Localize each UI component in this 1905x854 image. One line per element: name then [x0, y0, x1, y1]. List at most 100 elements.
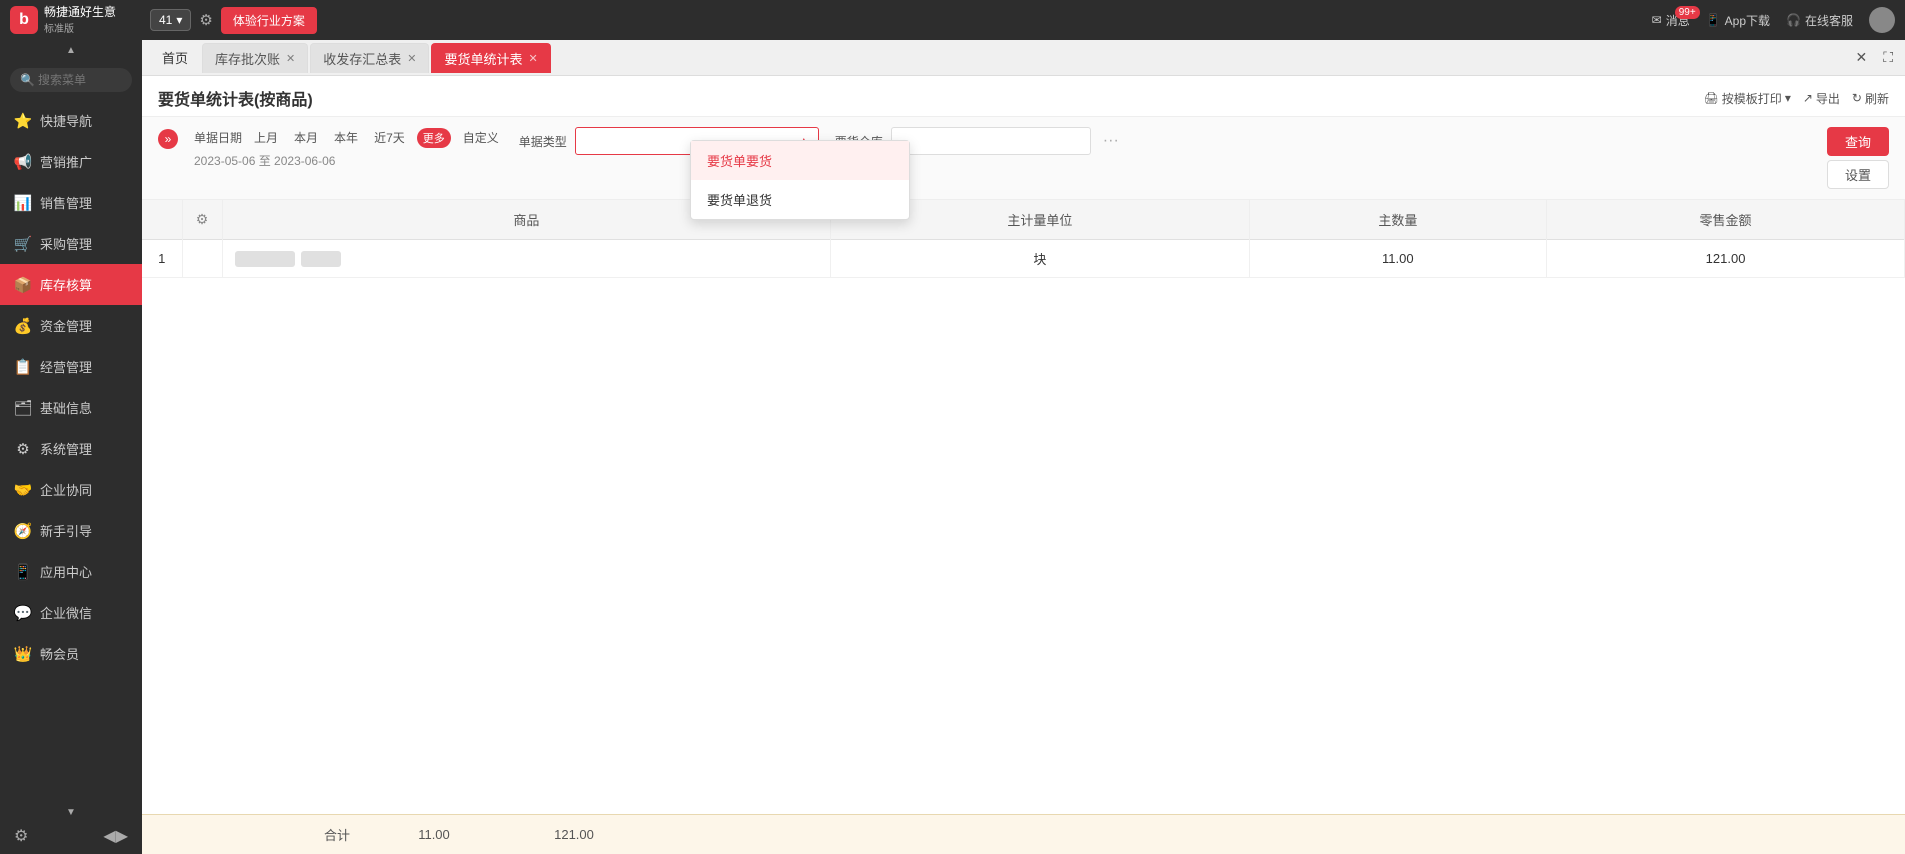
- search-wrap: 🔍: [0, 60, 142, 100]
- sidebar-item-label: 应用中心: [40, 562, 92, 581]
- sidebar-item-quick-nav[interactable]: ⭐ 快捷导航: [0, 100, 142, 141]
- filter-expand-btn[interactable]: »: [158, 129, 178, 149]
- app-name: 畅捷通好生意: [44, 5, 116, 21]
- sidebar-item-marketing[interactable]: 📢 营销推广: [0, 141, 142, 182]
- collapse-sidebar-icon[interactable]: ◀▶: [103, 826, 128, 846]
- app-download-label: App下载: [1725, 12, 1770, 29]
- sidebar-item-label: 畅会员: [40, 644, 79, 663]
- tab-order-stats[interactable]: 要货单统计表 ✕: [431, 43, 550, 73]
- tab-home-label: 首页: [162, 48, 188, 67]
- sidebar-item-label: 资金管理: [40, 316, 92, 335]
- export-btn[interactable]: ↗ 导出: [1803, 90, 1840, 107]
- more-filters-icon[interactable]: ···: [1103, 132, 1119, 150]
- print-template-btn[interactable]: 🖨 按模板打印 ▾: [1704, 90, 1791, 107]
- app-logo: b 畅捷通好生意 标准版: [10, 5, 150, 36]
- settings-bottom-icon[interactable]: ⚙: [14, 826, 28, 846]
- sidebar-item-label: 系统管理: [40, 439, 92, 458]
- gear-icon[interactable]: ⚙: [199, 11, 212, 29]
- settings-button[interactable]: 设置: [1827, 160, 1889, 189]
- online-service-item[interactable]: 🎧 在线客服: [1786, 12, 1853, 29]
- sales-icon: 📊: [14, 194, 32, 212]
- wechat-icon: 💬: [14, 604, 32, 622]
- tab-batch-account-close[interactable]: ✕: [286, 52, 295, 65]
- dropdown-item-order[interactable]: 要货单要货: [691, 141, 909, 180]
- store-selector[interactable]: 41 ▾: [150, 9, 191, 31]
- warehouse-input[interactable]: [891, 127, 1091, 155]
- cell-settings: [182, 240, 222, 278]
- top-bar: b 畅捷通好生意 标准版 41 ▾ ⚙ 体验行业方案 ✉ 消息 99+ 📱 Ap…: [0, 0, 1905, 40]
- content-area: 首页 库存批次账 ✕ 收发存汇总表 ✕ 要货单统计表 ✕ ✕ ⛶ 要: [142, 40, 1905, 854]
- purchase-icon: 🛒: [14, 235, 32, 253]
- marketing-icon: 📢: [14, 153, 32, 171]
- sidebar-item-sales[interactable]: 📊 销售管理: [0, 182, 142, 223]
- tab-order-stats-close[interactable]: ✕: [529, 52, 538, 65]
- tab-receivable-summary[interactable]: 收发存汇总表 ✕: [310, 43, 429, 73]
- page-header: 要货单统计表(按商品) 🖨 按模板打印 ▾ ↗ 导出 ↻ 刷新: [142, 76, 1905, 117]
- tab-batch-account[interactable]: 库存批次账 ✕: [202, 43, 308, 73]
- sidebar-item-wechat[interactable]: 💬 企业微信: [0, 592, 142, 633]
- table-row: 1 块 11.00 121.00: [142, 240, 1905, 278]
- tab-home[interactable]: 首页: [150, 43, 200, 73]
- online-service-label: 在线客服: [1805, 12, 1853, 29]
- cell-unit: 块: [831, 240, 1249, 278]
- footer-label-text: 合计: [324, 828, 350, 843]
- th-settings[interactable]: ⚙: [182, 200, 222, 240]
- operation-icon: 📋: [14, 358, 32, 376]
- export-label: 导出: [1816, 90, 1840, 107]
- member-icon: 👑: [14, 645, 32, 663]
- sidebar-item-operation[interactable]: 📋 经营管理: [0, 346, 142, 387]
- trial-button[interactable]: 体验行业方案: [221, 7, 317, 34]
- product-cell: [235, 251, 819, 267]
- cell-amount: 121.00: [1547, 240, 1905, 278]
- message-badge: 99+: [1675, 6, 1700, 19]
- type-dropdown: 要货单要货 要货单退货: [690, 140, 910, 220]
- sidebar-item-finance[interactable]: 💰 资金管理: [0, 305, 142, 346]
- sidebar-item-inventory[interactable]: 📦 库存核算: [0, 264, 142, 305]
- dropdown-item-return[interactable]: 要货单退货: [691, 180, 909, 219]
- avatar[interactable]: [1869, 7, 1895, 33]
- date-btn-this-year[interactable]: 本年: [330, 127, 362, 148]
- sidebar-item-label: 营销推广: [40, 152, 92, 171]
- footer-total-amt: 121.00: [514, 827, 634, 842]
- filter-date-group: 单据日期 上月 本月 本年 近7天 更多 自定义 2023-05-06 至 20…: [194, 127, 503, 169]
- guide-icon: 🧭: [14, 522, 32, 540]
- chevron-down-icon: ▾: [176, 13, 182, 27]
- date-label: 单据日期: [194, 129, 242, 146]
- quick-nav-icon: ⭐: [14, 112, 32, 130]
- refresh-label: 刷新: [1865, 90, 1889, 107]
- sidebar-item-member[interactable]: 👑 畅会员: [0, 633, 142, 674]
- date-btn-7days[interactable]: 近7天: [370, 127, 409, 148]
- top-bar-right: ✉ 消息 99+ 📱 App下载 🎧 在线客服: [1652, 7, 1895, 33]
- sidebar-item-guide[interactable]: 🧭 新手引导: [0, 510, 142, 551]
- scroll-up-btn[interactable]: ▲: [0, 40, 142, 60]
- scroll-down-btn[interactable]: ▼: [0, 802, 142, 822]
- tab-fullscreen-btn[interactable]: ⛶: [1879, 45, 1897, 70]
- tab-receivable-summary-close[interactable]: ✕: [407, 52, 416, 65]
- query-button[interactable]: 查询: [1827, 127, 1889, 156]
- sidebar-item-system[interactable]: ⚙ 系统管理: [0, 428, 142, 469]
- tab-expand-btn[interactable]: ✕: [1851, 45, 1871, 70]
- system-icon: ⚙: [14, 440, 32, 458]
- sidebar-item-purchase[interactable]: 🛒 采购管理: [0, 223, 142, 264]
- sidebar-item-label: 采购管理: [40, 234, 92, 253]
- date-btn-last-month[interactable]: 上月: [250, 127, 282, 148]
- date-btn-more[interactable]: 更多: [417, 128, 451, 148]
- page-content: 要货单统计表(按商品) 🖨 按模板打印 ▾ ↗ 导出 ↻ 刷新: [142, 76, 1905, 854]
- data-table: ⚙ 商品 主计量单位 主数量 零售金额 1: [142, 200, 1905, 278]
- refresh-btn[interactable]: ↻ 刷新: [1852, 90, 1889, 107]
- settings-col-icon[interactable]: ⚙: [196, 211, 209, 227]
- table-header-row: ⚙ 商品 主计量单位 主数量 零售金额: [142, 200, 1905, 240]
- tabs-right: ✕ ⛶: [1851, 45, 1897, 70]
- sidebar-item-basic[interactable]: 🗂 基础信息: [0, 387, 142, 428]
- sidebar-item-label: 企业微信: [40, 603, 92, 622]
- app-center-icon: 📱: [14, 563, 32, 581]
- app-download-item[interactable]: 📱 App下载: [1706, 12, 1770, 29]
- footer-total-qty: 11.00: [354, 827, 514, 842]
- basic-icon: 🗂: [14, 399, 32, 417]
- sidebar-item-app-center[interactable]: 📱 应用中心: [0, 551, 142, 592]
- sidebar-item-label: 新手引导: [40, 521, 92, 540]
- date-btn-custom[interactable]: 自定义: [459, 127, 503, 148]
- sidebar-item-enterprise[interactable]: 🤝 企业协同: [0, 469, 142, 510]
- date-btn-this-month[interactable]: 本月: [290, 127, 322, 148]
- message-item[interactable]: ✉ 消息 99+: [1652, 12, 1690, 29]
